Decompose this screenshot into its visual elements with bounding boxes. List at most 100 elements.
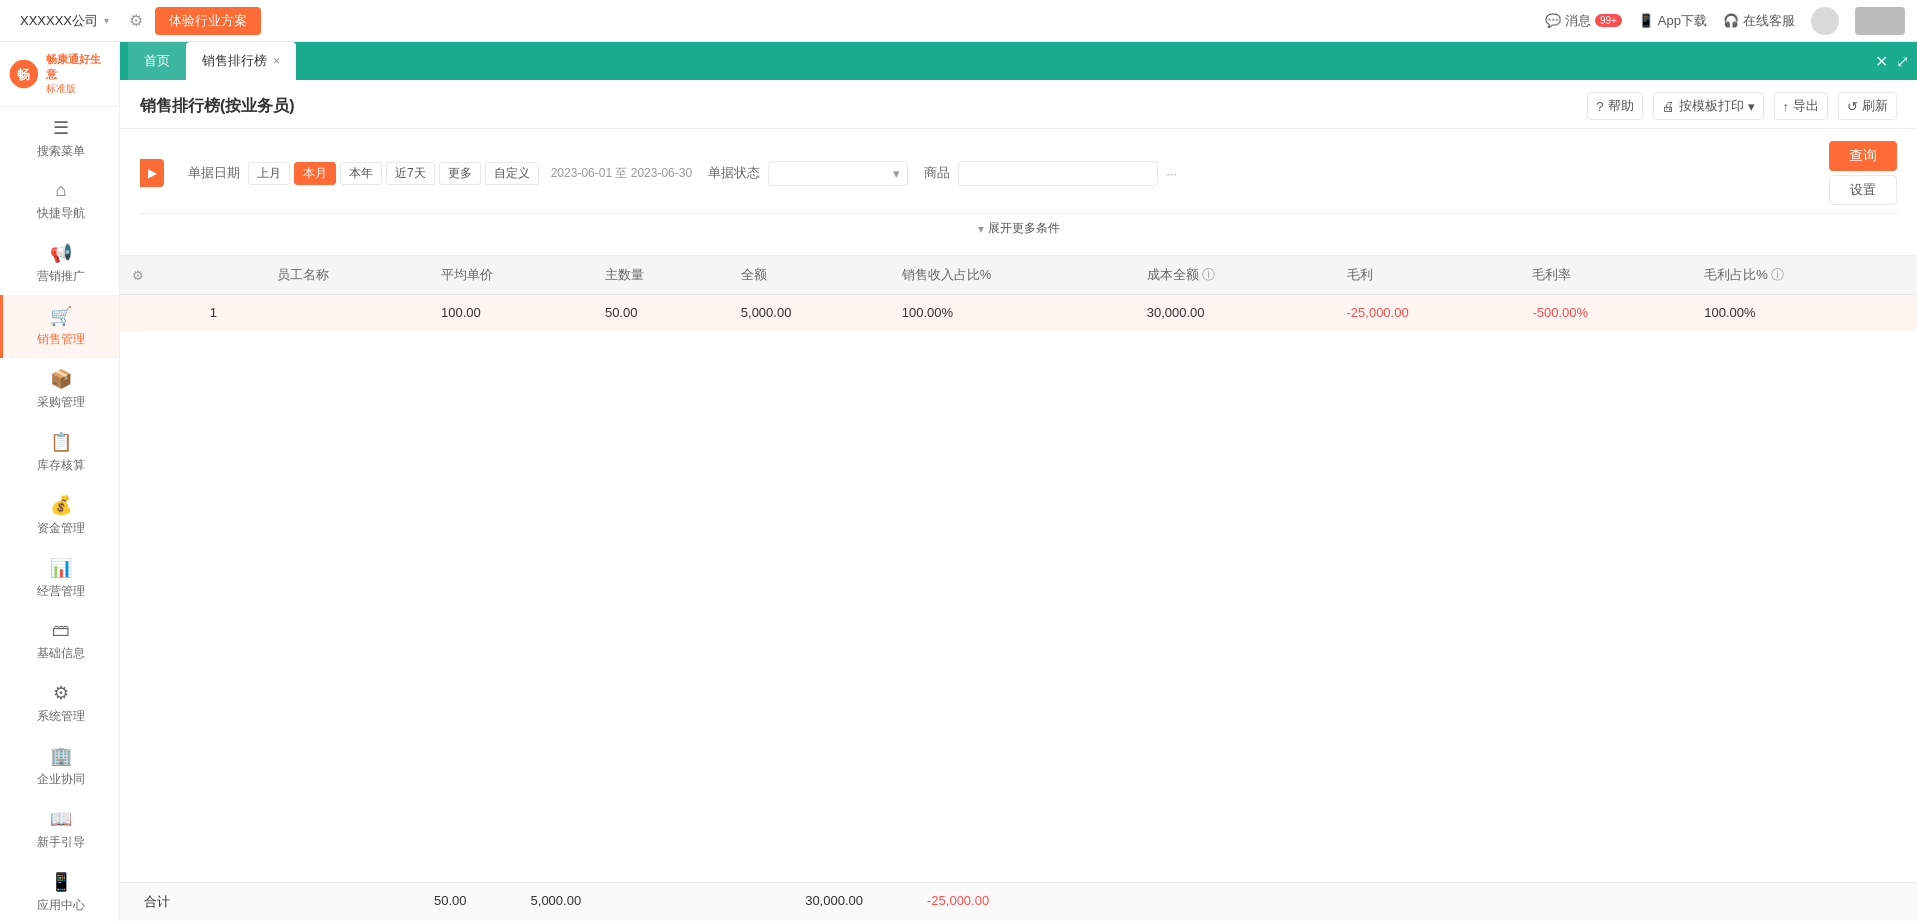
sidebar-label-search: 搜索菜单 [37, 143, 85, 160]
sidebar-label-system: 系统管理 [37, 708, 85, 725]
megaphone-icon: 📢 [50, 242, 72, 264]
help-button[interactable]: ? 帮助 [1587, 92, 1642, 120]
column-cost: 成本全额 ⓘ [1135, 256, 1335, 295]
expand-arrow-button[interactable]: ▶ [140, 159, 164, 187]
column-settings[interactable]: ⚙ [120, 256, 198, 295]
sidebar-item-inventory[interactable]: 📋 库存核算 [0, 421, 119, 484]
question-icon: ? [1596, 99, 1603, 114]
sidebar-label-shortcut: 快捷导航 [37, 205, 85, 222]
cart-icon: 🛒 [50, 305, 72, 327]
close-window-icon[interactable]: ✕ [1875, 52, 1888, 71]
header-right: 💬 消息 99+ 📱 App下载 🎧 在线客服 [1545, 7, 1905, 35]
column-sales-pct: 销售收入占比% [890, 256, 1135, 295]
close-icon[interactable]: × [273, 54, 280, 68]
sidebar-item-system[interactable]: ⚙ 系统管理 [0, 672, 119, 735]
column-rank [198, 256, 265, 295]
date-btn-this-month[interactable]: 本月 [294, 162, 336, 185]
sidebar-item-purchase[interactable]: 📦 采购管理 [0, 358, 119, 421]
user-name[interactable] [1855, 7, 1905, 35]
top-header: XXXXXX公司 ▾ ⚙ 体验行业方案 💬 消息 99+ 📱 App下载 🎧 在… [0, 0, 1917, 42]
table-header-row: ⚙ 员工名称 平均单价 主数量 全额 销售收入占比% 成本全额 ⓘ 毛利 [120, 256, 1917, 295]
print-button[interactable]: 🖨 按模板打印 ▾ [1653, 92, 1764, 120]
avatar[interactable] [1811, 7, 1839, 35]
footer-amount: 5,000.00 [519, 893, 594, 911]
more-dots-icon[interactable]: ··· [1166, 166, 1177, 181]
sidebar-label-basic: 基础信息 [37, 645, 85, 662]
export-button[interactable]: ↑ 导出 [1774, 92, 1829, 120]
settings-icon[interactable]: ⚙ [129, 11, 143, 30]
date-btn-custom[interactable]: 自定义 [485, 162, 539, 185]
search-icon: ☰ [53, 117, 69, 139]
tab-home[interactable]: 首页 [128, 42, 186, 80]
sidebar-item-app[interactable]: 📱 应用中心 [0, 861, 119, 921]
goods-input[interactable] [958, 161, 1158, 186]
date-buttons: 上月 本月 本年 近7天 更多 自定义 [248, 162, 539, 185]
row-amount: 5,000.00 [729, 295, 890, 331]
sidebar-item-basic[interactable]: 🗃 基础信息 [0, 610, 119, 672]
row-sales-pct: 100.00% [890, 295, 1135, 331]
sidebar-label-finance: 资金管理 [37, 520, 85, 537]
filter-area: ▶ 单据日期 上月 本月 本年 近7天 更多 自定义 [120, 129, 1917, 256]
footer-total-label: 合计 [132, 893, 182, 911]
sidebar-item-finance[interactable]: 💰 资金管理 [0, 484, 119, 547]
expand-window-icon[interactable]: ⤢ [1896, 52, 1909, 71]
table-container: ⚙ 员工名称 平均单价 主数量 全额 销售收入占比% 成本全额 ⓘ 毛利 [120, 256, 1917, 882]
app-download-link[interactable]: 📱 App下载 [1638, 12, 1707, 30]
date-btn-more[interactable]: 更多 [439, 162, 481, 185]
row-avg-price: 100.00 [429, 295, 593, 331]
sidebar-item-operation[interactable]: 📊 经营管理 [0, 547, 119, 610]
column-employee: 员工名称 [265, 256, 429, 295]
chart-icon: 📊 [50, 557, 72, 579]
online-service-link[interactable]: 🎧 在线客服 [1723, 12, 1795, 30]
row-rank: 1 [198, 295, 265, 331]
export-icon: ↑ [1783, 99, 1790, 114]
expand-more-bar[interactable]: ▾ 展开更多条件 [140, 213, 1897, 243]
sidebar-label-enterprise: 企业协同 [37, 771, 85, 788]
refresh-button[interactable]: ↺ 刷新 [1838, 92, 1897, 120]
page-title: 销售排行榜(按业务员) [140, 96, 295, 117]
column-qty: 主数量 [593, 256, 729, 295]
grosspct-info-icon: ⓘ [1771, 267, 1784, 282]
row-gross-pct: 100.00% [1692, 295, 1917, 331]
goods-label: 商品 [924, 164, 950, 182]
refresh-icon: ↺ [1847, 99, 1858, 114]
date-btn-last-month[interactable]: 上月 [248, 162, 290, 185]
column-gross-pct: 毛利占比% ⓘ [1692, 256, 1917, 295]
sidebar-label-marketing: 营销推广 [37, 268, 85, 285]
sidebar-label-newbie: 新手引导 [37, 834, 85, 851]
table-row: 1 100.00 50.00 5,000.00 100.00% 30,000.0… [120, 295, 1917, 331]
sidebar-item-newbie[interactable]: 📖 新手引导 [0, 798, 119, 861]
logo-area: 畅 畅康通好生意 标准版 [0, 42, 119, 107]
date-btn-7days[interactable]: 近7天 [386, 162, 435, 185]
sidebar-item-search[interactable]: ☰ 搜索菜单 [0, 107, 119, 170]
home-icon: ⌂ [56, 180, 67, 201]
sidebar-label-purchase: 采购管理 [37, 394, 85, 411]
sidebar: 畅 畅康通好生意 标准版 ☰ 搜索菜单 ⌂ 快捷导航 📢 营销推广 🛒 销售管理… [0, 42, 120, 921]
date-label: 单据日期 [188, 164, 240, 182]
message-area[interactable]: 💬 消息 99+ [1545, 12, 1622, 30]
date-filter: 单据日期 上月 本月 本年 近7天 更多 自定义 [188, 162, 539, 185]
sidebar-item-shortcut[interactable]: ⌂ 快捷导航 [0, 170, 119, 232]
status-label: 单据状态 [708, 164, 760, 182]
sidebar-item-enterprise[interactable]: 🏢 企业协同 [0, 735, 119, 798]
app-download-label: App下载 [1658, 12, 1707, 30]
goods-filter: 商品 ··· [924, 161, 1177, 186]
query-button[interactable]: 查询 [1829, 141, 1897, 171]
sidebar-label-operation: 经营管理 [37, 583, 85, 600]
tab-sales-rank[interactable]: 销售排行榜 × [186, 42, 296, 80]
data-table: ⚙ 员工名称 平均单价 主数量 全额 销售收入占比% 成本全额 ⓘ 毛利 [120, 256, 1917, 331]
logo-icon: 畅 [8, 58, 40, 90]
trial-button[interactable]: 体验行业方案 [155, 7, 261, 35]
column-gross: 毛利 [1335, 256, 1521, 295]
company-selector[interactable]: XXXXXX公司 ▾ [12, 8, 117, 34]
row-cost: 30,000.00 [1135, 295, 1335, 331]
print-chevron-icon: ▾ [1748, 99, 1755, 114]
date-btn-this-year[interactable]: 本年 [340, 162, 382, 185]
status-select[interactable] [768, 161, 908, 186]
table-settings-button[interactable]: 设置 [1829, 175, 1897, 205]
sidebar-item-marketing[interactable]: 📢 营销推广 [0, 232, 119, 295]
sidebar-item-sales[interactable]: 🛒 销售管理 [0, 295, 119, 358]
page-header: 销售排行榜(按业务员) ? 帮助 🖨 按模板打印 ▾ ↑ 导出 [120, 80, 1917, 129]
date-range-text: 2023-06-01 至 2023-06-30 [551, 165, 692, 182]
company-name: XXXXXX公司 [20, 12, 98, 30]
